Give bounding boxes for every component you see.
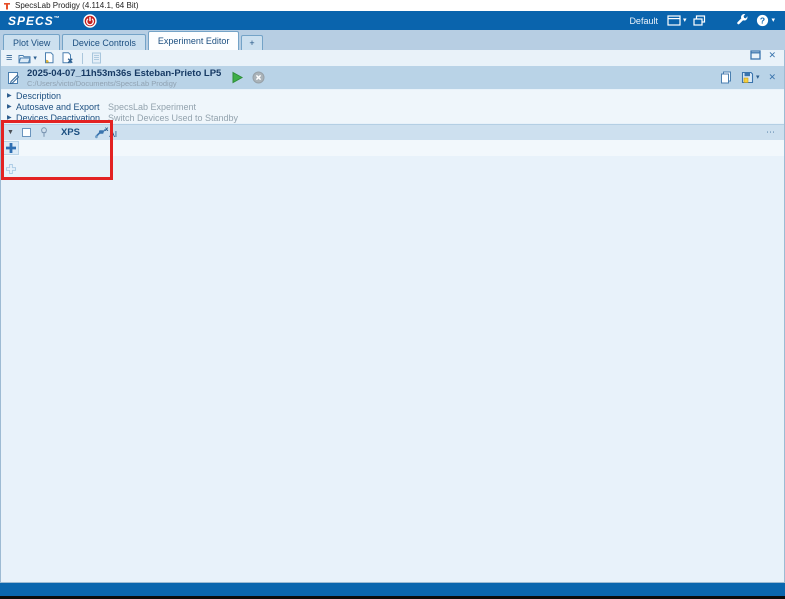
tab-plot-view[interactable]: Plot View xyxy=(3,34,61,50)
help-icon[interactable]: ? ▾ xyxy=(756,14,775,27)
abort-experiment-icon xyxy=(252,71,265,84)
close-experiment-row-icon[interactable]: ✕ xyxy=(768,73,776,82)
expand-arrow-icon: ▶ xyxy=(7,93,12,99)
toolbar-separator xyxy=(81,52,83,64)
section-devices-deactivation[interactable]: ▶ Devices Deactivation Switch Devices Us… xyxy=(1,112,784,123)
power-button-icon[interactable] xyxy=(82,13,97,28)
pin-icon[interactable] xyxy=(39,127,49,138)
tab-bar: Plot View Device Controls Experiment Edi… xyxy=(0,30,785,50)
specs-logo: SPECS™ xyxy=(8,13,61,28)
section-autosave-export[interactable]: ▶ Autosave and Export SpecsLab Experimen… xyxy=(1,101,784,112)
float-panel-icon[interactable] xyxy=(750,50,762,60)
layouts-icon[interactable] xyxy=(693,15,706,26)
group-label: XPS xyxy=(60,127,80,138)
tab-device-controls[interactable]: Device Controls xyxy=(62,34,146,50)
titlebar: SpecsLab Prodigy (4.114.1, 64 Bit) xyxy=(0,0,785,11)
menu-icon[interactable]: ≡ xyxy=(6,52,12,64)
xray-source-icon[interactable]: x Al xyxy=(94,127,117,139)
save-icon[interactable]: ▾ xyxy=(741,71,759,84)
expand-arrow-icon: ▶ xyxy=(7,115,12,121)
close-panel-icon[interactable]: ✕ xyxy=(768,50,776,60)
open-experiment-icon[interactable]: ▾ xyxy=(18,53,37,64)
section-description[interactable]: ▶ Description xyxy=(1,90,784,101)
tab-add-button[interactable]: + xyxy=(241,35,263,50)
tab-experiment-editor[interactable]: Experiment Editor xyxy=(147,31,240,50)
settings-wrench-icon[interactable] xyxy=(736,14,749,27)
group-more-button[interactable]: ⋯ xyxy=(766,127,776,138)
group-checkbox[interactable] xyxy=(21,128,31,137)
layout-select-icon[interactable]: ▾ xyxy=(667,15,686,26)
expand-arrow-icon: ▶ xyxy=(7,104,12,110)
experiment-title: 2025-04-07_11h53m36s Esteban-Prieto LP5 xyxy=(27,67,222,79)
app-header: SPECS™ Default ▾ ? ▾ xyxy=(0,11,785,30)
app-window: SpecsLab Prodigy (4.114.1, 64 Bit) SPECS… xyxy=(0,0,785,599)
add-group-button[interactable] xyxy=(4,162,17,175)
collapse-arrow-icon[interactable]: ▼ xyxy=(7,129,14,136)
run-experiment-icon[interactable] xyxy=(231,71,244,84)
close-experiment-icon[interactable] xyxy=(61,52,74,64)
new-experiment-icon[interactable] xyxy=(43,52,55,64)
profile-label: Default xyxy=(629,15,658,26)
anode-label: Al xyxy=(109,128,117,139)
report-icon xyxy=(91,52,102,64)
group-body-strip xyxy=(1,140,784,156)
experiment-editor-panel: ≡ ▾ ✕ 2025-04-07_11h53m36s Esteban-Priet… xyxy=(0,50,785,583)
experiment-sections: ▶ Description ▶ Autosave and Export Spec… xyxy=(1,90,784,123)
experiment-row[interactable]: 2025-04-07_11h53m36s Esteban-Prieto LP5 … xyxy=(1,66,784,89)
svg-text:?: ? xyxy=(760,15,765,25)
experiment-path: C:/Users/victo/Documents/SpecsLab Prodig… xyxy=(27,78,177,88)
add-spectrum-button[interactable] xyxy=(3,141,19,155)
xps-group-header[interactable]: ▼ XPS x Al ⋯ xyxy=(1,124,784,140)
app-icon xyxy=(3,2,11,10)
window-title: SpecsLab Prodigy (4.114.1, 64 Bit) xyxy=(15,1,139,10)
editor-toolbar: ≡ ▾ ✕ xyxy=(1,50,784,66)
experiment-file-icon xyxy=(7,71,20,85)
copy-icon[interactable] xyxy=(720,71,732,84)
status-bar xyxy=(0,583,785,596)
